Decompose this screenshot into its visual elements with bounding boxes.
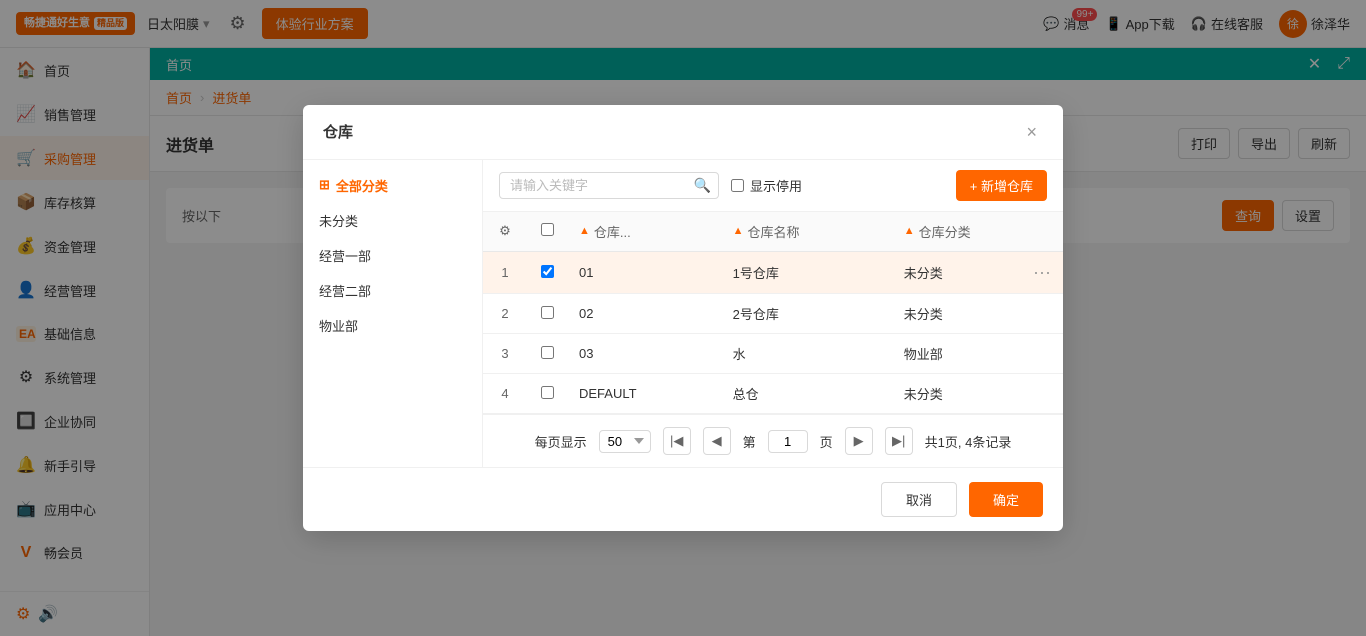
category-unclassified[interactable]: 未分类 bbox=[303, 203, 482, 238]
search-icon[interactable]: 🔍 bbox=[694, 177, 711, 194]
category-property-label: 物业部 bbox=[319, 316, 358, 335]
add-warehouse-button[interactable]: + 新增仓库 bbox=[956, 170, 1047, 201]
th-category-label: 仓库分类 bbox=[919, 222, 971, 241]
first-page-button[interactable]: |◀ bbox=[663, 427, 691, 455]
page-unit: 页 bbox=[820, 432, 833, 451]
row-code: 02 bbox=[567, 294, 721, 334]
row-checkbox-cell bbox=[527, 334, 567, 374]
th-settings: ⚙ bbox=[483, 212, 527, 252]
warehouse-modal: 仓库 × ⊞ 全部分类 未分类 经营一部 经营二部 bbox=[303, 105, 1063, 532]
th-category: ▲ 仓库分类 bbox=[892, 212, 1063, 252]
show-disabled-label[interactable]: 显示停用 bbox=[731, 176, 802, 195]
category-property[interactable]: 物业部 bbox=[303, 308, 482, 343]
cancel-button[interactable]: 取消 bbox=[881, 482, 957, 517]
row-num: 1 bbox=[483, 251, 527, 294]
th-code-label: 仓库... bbox=[594, 222, 631, 241]
search-wrap: 🔍 bbox=[499, 172, 719, 199]
row-name: 总仓 bbox=[721, 374, 892, 414]
row-checkbox[interactable] bbox=[541, 265, 554, 278]
per-page-select[interactable]: 50 10 20 100 bbox=[599, 430, 651, 453]
table-header-row: ⚙ ▲ 仓库... ▲ bbox=[483, 212, 1063, 252]
show-disabled-text: 显示停用 bbox=[750, 176, 802, 195]
pagination-bar: 每页显示 50 10 20 100 |◀ ◀ 第 页 ▶ ▶| 共1页, 4条记… bbox=[483, 414, 1063, 467]
search-input[interactable] bbox=[499, 172, 719, 199]
sort-icon-name: ▲ bbox=[733, 225, 744, 237]
row-category: 未分类 bbox=[892, 294, 1063, 334]
row-num: 4 bbox=[483, 374, 527, 414]
modal-overlay[interactable]: 仓库 × ⊞ 全部分类 未分类 经营一部 经营二部 bbox=[0, 0, 1366, 636]
warehouse-table: ⚙ ▲ 仓库... ▲ bbox=[483, 212, 1063, 415]
table-row[interactable]: 3 03 水 物业部 bbox=[483, 334, 1063, 374]
row-num: 3 bbox=[483, 334, 527, 374]
category-dept2-label: 经营二部 bbox=[319, 281, 371, 300]
next-page-button[interactable]: ▶ bbox=[845, 427, 873, 455]
row-name: 2号仓库 bbox=[721, 294, 892, 334]
row-code: 03 bbox=[567, 334, 721, 374]
table-row[interactable]: 1 01 1号仓库 未分类··· bbox=[483, 251, 1063, 294]
sort-icon-cat: ▲ bbox=[904, 225, 915, 237]
category-all-label: 全部分类 bbox=[336, 176, 388, 195]
warehouse-table-wrap: ⚙ ▲ 仓库... ▲ bbox=[483, 212, 1063, 415]
category-dept2[interactable]: 经营二部 bbox=[303, 273, 482, 308]
row-category: 物业部 bbox=[892, 334, 1063, 374]
prev-page-button[interactable]: ◀ bbox=[703, 427, 731, 455]
row-name: 水 bbox=[721, 334, 892, 374]
total-info: 共1页, 4条记录 bbox=[925, 432, 1012, 451]
select-all-checkbox[interactable] bbox=[541, 223, 554, 236]
sort-icon: ▲ bbox=[579, 225, 590, 237]
modal-title: 仓库 bbox=[323, 121, 353, 142]
confirm-button[interactable]: 确定 bbox=[969, 482, 1043, 517]
modal-right-panel: 🔍 显示停用 + 新增仓库 ⚙ bbox=[483, 160, 1063, 468]
row-checkbox-cell bbox=[527, 251, 567, 294]
category-dept1-label: 经营一部 bbox=[319, 246, 371, 265]
row-num: 2 bbox=[483, 294, 527, 334]
modal-close-button[interactable]: × bbox=[1020, 121, 1043, 143]
page-number-input[interactable] bbox=[768, 430, 808, 453]
row-checkbox[interactable] bbox=[541, 306, 554, 319]
modal-toolbar: 🔍 显示停用 + 新增仓库 bbox=[483, 160, 1063, 212]
row-checkbox-cell bbox=[527, 374, 567, 414]
row-code: DEFAULT bbox=[567, 374, 721, 414]
row-checkbox[interactable] bbox=[541, 346, 554, 359]
table-row[interactable]: 2 02 2号仓库 未分类 bbox=[483, 294, 1063, 334]
th-code: ▲ 仓库... bbox=[567, 212, 721, 252]
show-disabled-checkbox[interactable] bbox=[731, 179, 744, 192]
category-grid-icon: ⊞ bbox=[319, 177, 330, 193]
row-category: 未分类 bbox=[892, 374, 1063, 414]
per-page-label: 每页显示 bbox=[535, 432, 587, 451]
modal-body: ⊞ 全部分类 未分类 经营一部 经营二部 物业部 《 bbox=[303, 160, 1063, 468]
th-name: ▲ 仓库名称 bbox=[721, 212, 892, 252]
modal-header: 仓库 × bbox=[303, 105, 1063, 160]
th-name-label: 仓库名称 bbox=[747, 222, 799, 241]
table-row[interactable]: 4 DEFAULT 总仓 未分类 bbox=[483, 374, 1063, 414]
collapse-panel-button[interactable]: 《 bbox=[482, 298, 483, 330]
category-dept1[interactable]: 经营一部 bbox=[303, 238, 482, 273]
modal-category-panel: ⊞ 全部分类 未分类 经营一部 经营二部 物业部 《 bbox=[303, 160, 483, 468]
row-name: 1号仓库 bbox=[721, 251, 892, 294]
row-category: 未分类··· bbox=[892, 252, 1063, 294]
th-checkbox bbox=[527, 212, 567, 252]
modal-footer: 取消 确定 bbox=[303, 467, 1063, 531]
row-code: 01 bbox=[567, 251, 721, 294]
page-label: 第 bbox=[743, 432, 756, 451]
row-checkbox[interactable] bbox=[541, 386, 554, 399]
category-unclassified-label: 未分类 bbox=[319, 211, 358, 230]
row-checkbox-cell bbox=[527, 294, 567, 334]
settings-col-icon: ⚙ bbox=[499, 223, 511, 238]
category-all[interactable]: ⊞ 全部分类 bbox=[303, 168, 482, 203]
row-action-dots[interactable]: ··· bbox=[1033, 262, 1051, 283]
last-page-button[interactable]: ▶| bbox=[885, 427, 913, 455]
